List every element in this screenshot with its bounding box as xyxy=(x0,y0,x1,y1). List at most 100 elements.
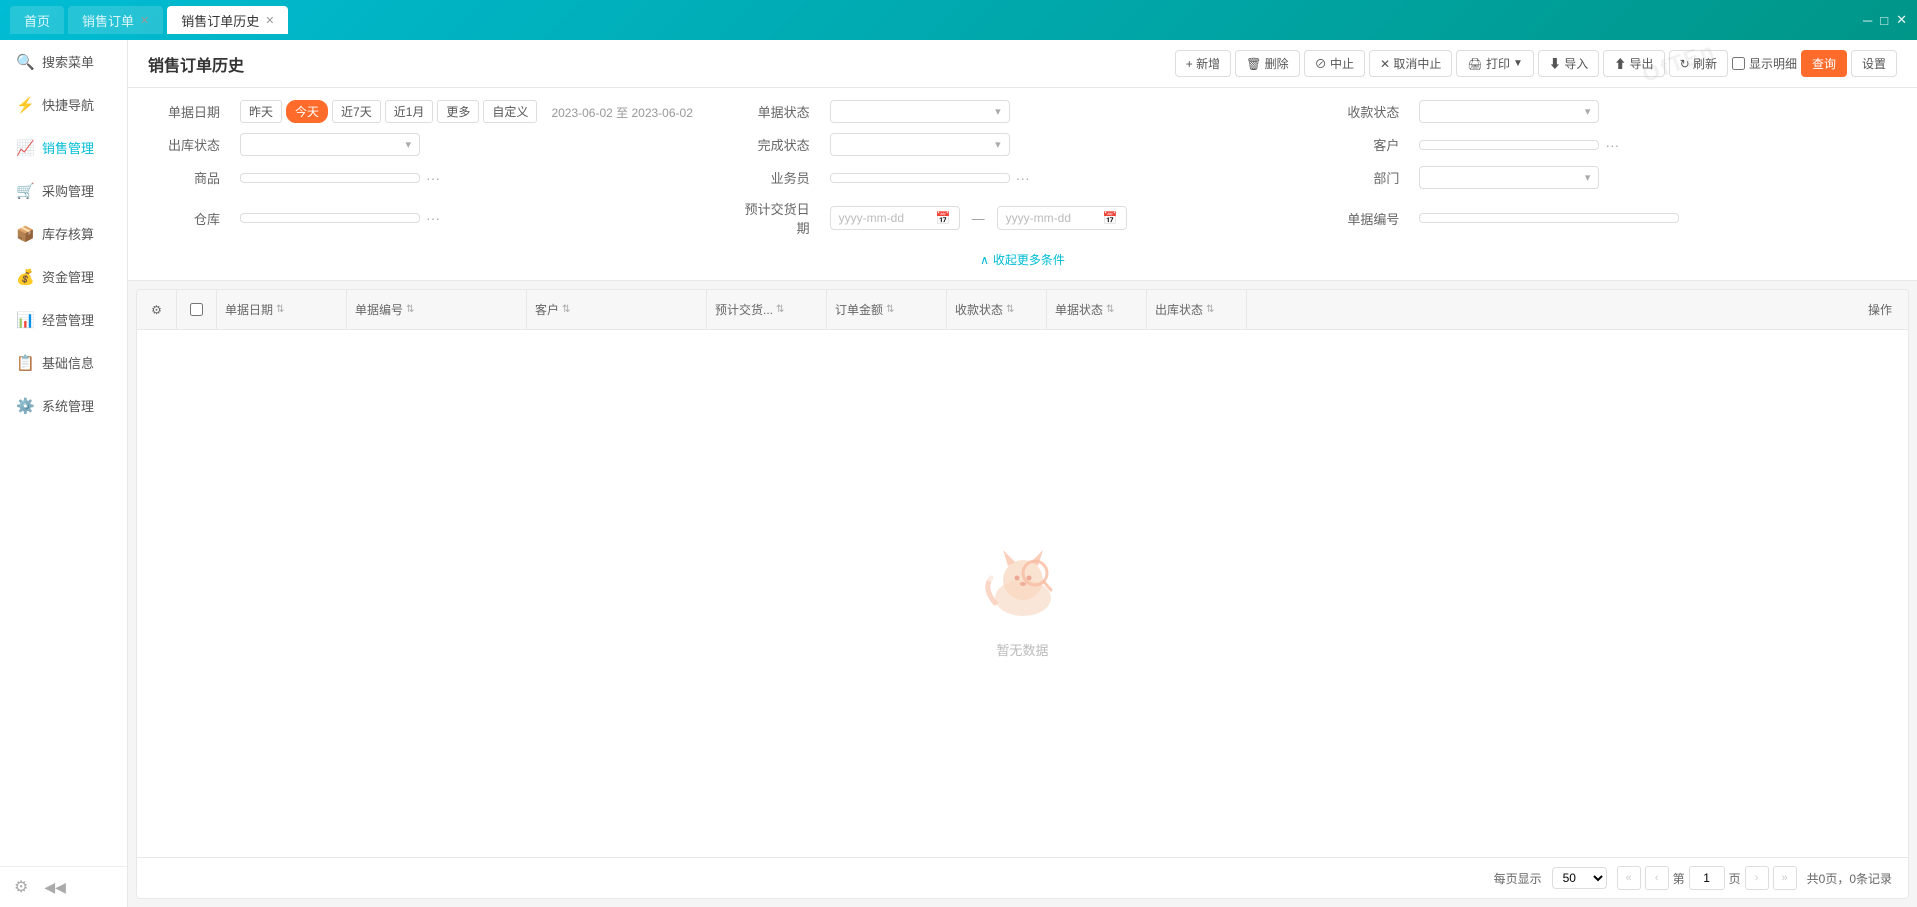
date-1month[interactable]: 近1月 xyxy=(385,100,434,123)
maximize-btn[interactable]: □ xyxy=(1880,13,1888,28)
th-check[interactable] xyxy=(177,290,217,329)
table-area: ⚙ 单据日期 ⇅ 单据编号 ⇅ 客户 ⇅ 预计交货... xyxy=(136,289,1909,899)
sidebar-item-sales[interactable]: 📈 销售管理 xyxy=(0,126,127,169)
ship-status-select[interactable]: ▾ xyxy=(240,133,420,156)
empty-text: 暂无数据 xyxy=(996,640,1048,659)
search-menu-icon: 🔍 xyxy=(16,53,34,71)
sidebar-item-finance[interactable]: 💰 资金管理 xyxy=(0,255,127,298)
goods-more-btn[interactable]: ··· xyxy=(426,170,440,186)
page-size-select[interactable]: 50 10 20 100 xyxy=(1552,867,1607,889)
first-page-btn[interactable]: « xyxy=(1617,866,1641,890)
date-shortcuts: 昨天 今天 近7天 近1月 更多 自定义 xyxy=(240,100,537,123)
sidebar-item-search-menu[interactable]: 🔍 搜索菜单 xyxy=(0,40,127,83)
salesperson-input[interactable] xyxy=(830,173,1010,183)
th-delivery-label: 预计交货... xyxy=(715,301,773,318)
sidebar-item-system[interactable]: ⚙️ 系统管理 xyxy=(0,384,127,427)
last-page-btn[interactable]: » xyxy=(1773,866,1797,890)
delivery-date-to[interactable]: yyyy-mm-dd 📅 xyxy=(997,206,1127,230)
stop-button[interactable]: ⊘ 中止 xyxy=(1304,50,1365,77)
order-status-select[interactable]: ▾ xyxy=(830,100,1010,123)
tab-home-label: 首页 xyxy=(24,11,50,30)
date-7days[interactable]: 近7天 xyxy=(332,100,381,123)
complete-status-select[interactable]: ▾ xyxy=(830,133,1010,156)
delivery-date-field: yyyy-mm-dd 📅 — yyyy-mm-dd 📅 xyxy=(830,206,1308,230)
refresh-button[interactable]: ↻ 刷新 xyxy=(1669,50,1728,77)
delivery-date-from[interactable]: yyyy-mm-dd 📅 xyxy=(830,206,960,230)
th-number[interactable]: 单据编号 ⇅ xyxy=(347,290,527,329)
th-receipt[interactable]: 收款状态 ⇅ xyxy=(947,290,1047,329)
order-number-input[interactable] xyxy=(1419,213,1679,223)
th-ship-label: 出库状态 xyxy=(1155,301,1203,318)
page-number-input[interactable] xyxy=(1689,866,1725,890)
sidebar-settings-icon[interactable]: ⚙ xyxy=(14,877,28,897)
ship-status-label: 出库状态 xyxy=(148,135,220,154)
department-label: 部门 xyxy=(1327,168,1399,187)
receipt-status-select[interactable]: ▾ xyxy=(1419,100,1599,123)
display-toggle-label: 显示明细 xyxy=(1749,55,1797,72)
toolbar: + 新增 🗑 删除 ⊘ 中止 ✕ 取消中止 🖨 打印 ▼ ⬇ 导入 xyxy=(1175,50,1897,87)
th-ship[interactable]: 出库状态 ⇅ xyxy=(1147,290,1247,329)
calendar-to-icon: 📅 xyxy=(1103,211,1118,225)
query-button[interactable]: 查询 xyxy=(1801,50,1847,77)
tab-sales-order-close[interactable]: ✕ xyxy=(140,14,149,27)
sidebar-item-inventory[interactable]: 📦 库存核算 xyxy=(0,212,127,255)
sidebar-item-operations[interactable]: 📊 经营管理 xyxy=(0,298,127,341)
import-button[interactable]: ⬇ 导入 xyxy=(1538,50,1599,77)
date-more[interactable]: 更多 xyxy=(437,100,479,123)
date-today[interactable]: 今天 xyxy=(286,100,328,123)
display-toggle-checkbox[interactable] xyxy=(1732,57,1745,70)
th-ops: 操作 xyxy=(1247,290,1908,329)
warehouse-input[interactable] xyxy=(240,213,420,223)
delete-button[interactable]: 🗑 删除 xyxy=(1235,50,1300,77)
sort-ship-icon: ⇅ xyxy=(1206,304,1214,315)
warehouse-more-btn[interactable]: ··· xyxy=(426,210,440,226)
th-date[interactable]: 单据日期 ⇅ xyxy=(217,290,347,329)
th-status-label: 单据状态 xyxy=(1055,301,1103,318)
sort-date-icon: ⇅ xyxy=(276,304,284,315)
prev-page-btn[interactable]: ‹ xyxy=(1645,866,1669,890)
th-customer[interactable]: 客户 ⇅ xyxy=(527,290,707,329)
th-amount[interactable]: 订单金额 ⇅ xyxy=(827,290,947,329)
order-status-arrow-icon: ▾ xyxy=(995,105,1001,118)
customer-input[interactable] xyxy=(1419,140,1599,150)
th-delivery[interactable]: 预计交货... ⇅ xyxy=(707,290,827,329)
date-yesterday[interactable]: 昨天 xyxy=(240,100,282,123)
sidebar-item-purchase[interactable]: 🛒 采购管理 xyxy=(0,169,127,212)
content-area: 销售订单历史 + 新增 🗑 删除 ⊘ 中止 ✕ 取消中止 🖨 打印 ▼ xyxy=(128,40,1917,907)
add-button[interactable]: + 新增 xyxy=(1175,50,1231,77)
filter-area: 单据日期 昨天 今天 近7天 近1月 更多 自定义 2023-06-02 至 2… xyxy=(128,88,1917,281)
minimize-btn[interactable]: ─ xyxy=(1863,13,1872,28)
tab-home[interactable]: 首页 xyxy=(10,6,64,34)
sort-receipt-icon: ⇅ xyxy=(1006,304,1014,315)
collapse-btn[interactable]: ∧ 收起更多条件 xyxy=(980,251,1065,268)
department-select[interactable]: ▾ xyxy=(1419,166,1599,189)
sidebar-item-quick-nav[interactable]: ⚡ 快捷导航 xyxy=(0,83,127,126)
customer-more-btn[interactable]: ··· xyxy=(1605,137,1619,153)
table-footer: 每页显示 50 10 20 100 « ‹ 第 页 › » 共0页，0条记录 xyxy=(137,857,1908,898)
delivery-date-from-placeholder: yyyy-mm-dd xyxy=(839,211,904,225)
cancel-stop-button[interactable]: ✕ 取消中止 xyxy=(1369,50,1452,77)
tab-sales-history-close[interactable]: ✕ xyxy=(265,14,274,27)
sidebar-item-basic-info[interactable]: 📋 基础信息 xyxy=(0,341,127,384)
filter-row-3: 商品 ··· 业务员 ··· 部门 ▾ xyxy=(148,166,1897,189)
goods-input[interactable] xyxy=(240,173,420,183)
tab-sales-order[interactable]: 销售订单 ✕ xyxy=(68,6,163,34)
close-btn[interactable]: ✕ xyxy=(1896,12,1907,28)
sales-icon: 📈 xyxy=(16,139,34,157)
th-status[interactable]: 单据状态 ⇅ xyxy=(1047,290,1147,329)
tab-sales-history[interactable]: 销售订单历史 ✕ xyxy=(167,6,288,34)
next-page-btn[interactable]: › xyxy=(1745,866,1769,890)
date-custom[interactable]: 自定义 xyxy=(483,100,537,123)
select-all-checkbox[interactable] xyxy=(190,303,203,316)
th-settings[interactable]: ⚙ xyxy=(137,290,177,329)
sidebar-collapse-icon[interactable]: ◀◀ xyxy=(44,879,66,896)
order-status-field: ▾ xyxy=(830,100,1308,123)
tab-sales-history-label: 销售订单历史 xyxy=(181,11,259,30)
export-button[interactable]: ⬆ 导出 xyxy=(1603,50,1664,77)
salesperson-more-btn[interactable]: ··· xyxy=(1016,170,1030,186)
th-ops-label: 操作 xyxy=(1868,301,1892,318)
print-button[interactable]: 🖨 打印 ▼ xyxy=(1456,50,1533,77)
add-label: + 新增 xyxy=(1186,55,1220,72)
settings-button[interactable]: 设置 xyxy=(1851,50,1897,77)
department-arrow-icon: ▾ xyxy=(1585,171,1591,184)
